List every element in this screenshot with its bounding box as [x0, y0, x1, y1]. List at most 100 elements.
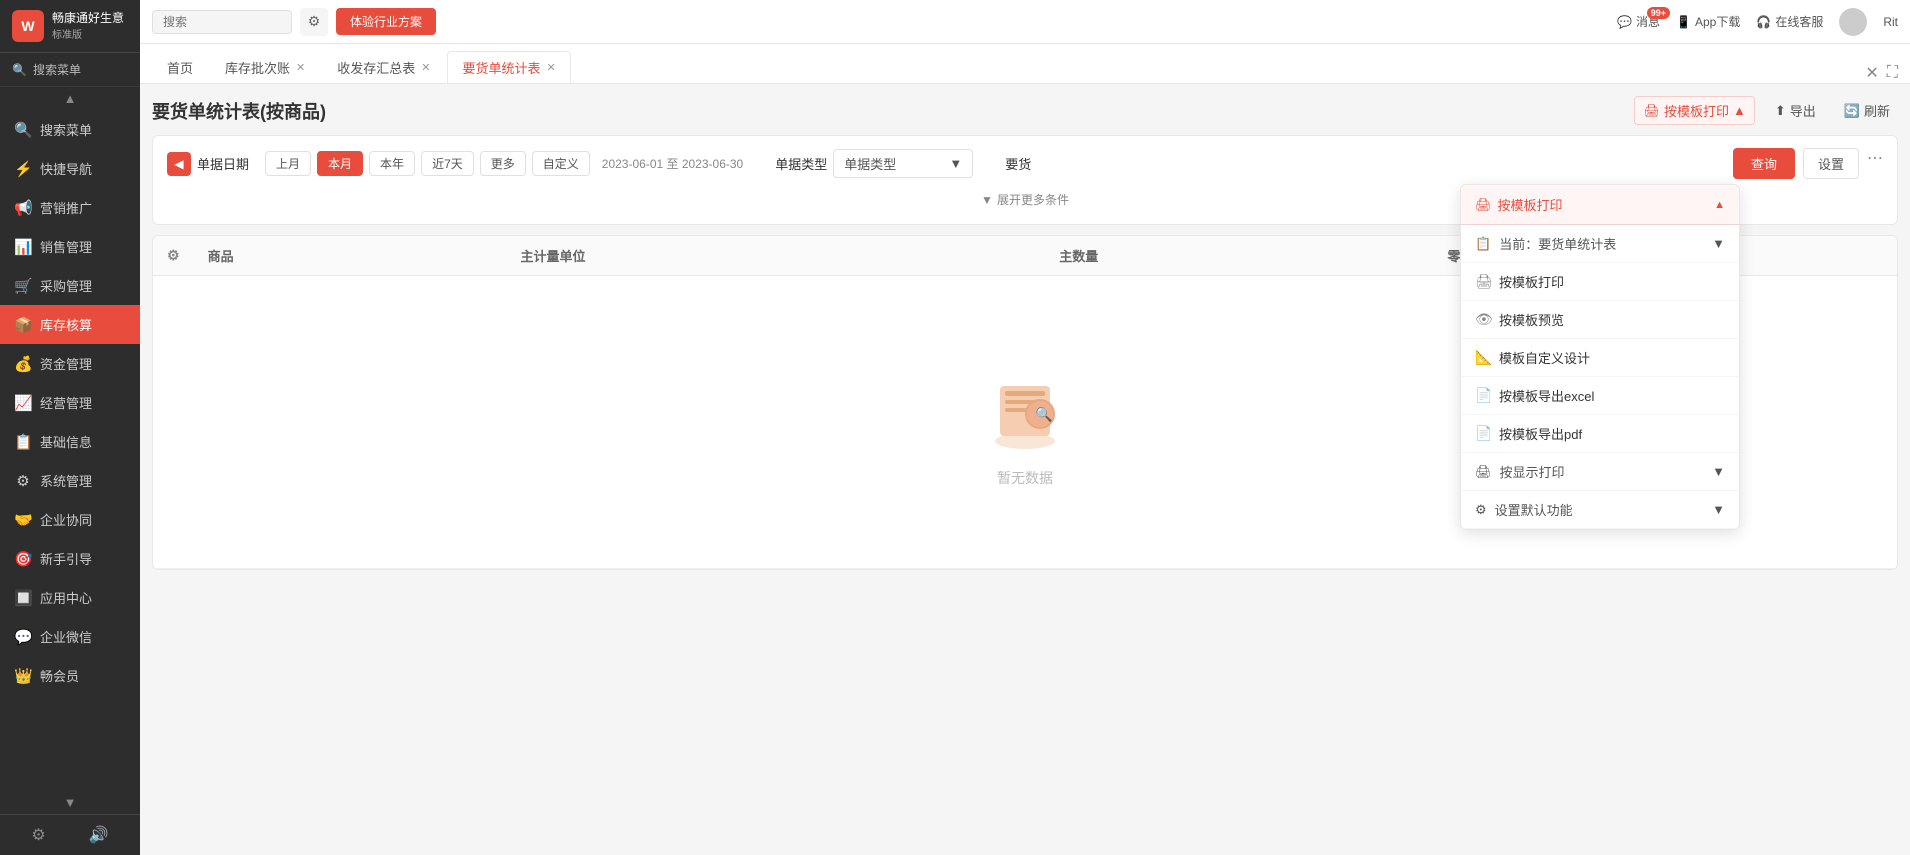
tab-order-summary[interactable]: 要货单统计表 ✕ [447, 51, 570, 83]
order-type-label: 单据类型 [775, 154, 827, 173]
app-download-action[interactable]: 📱 App下载 [1676, 13, 1740, 30]
dropdown-template-design[interactable]: 📐 模板自定义设计 [1461, 339, 1739, 377]
topbar-search-input[interactable] [152, 10, 292, 34]
date-filter-label: 单据日期 [197, 154, 249, 173]
app-name: 畅康通好生意 [52, 11, 124, 27]
sidebar-item-marketing[interactable]: 📢营销推广 [0, 188, 140, 227]
main-area: ⚙ 体验行业方案 💬 消息 99+ 📱 App下载 🎧 在线客服 Rit 首页库… [140, 0, 1910, 855]
date-btn-上月[interactable]: 上月 [265, 151, 311, 176]
guide-icon: 🎯 [14, 550, 32, 568]
sidebar-item-operation[interactable]: 📈经营管理 [0, 383, 140, 422]
dropdown-template-preview[interactable]: 👁 按模板预览 [1461, 301, 1739, 339]
sidebar-scroll-down[interactable]: ▼ [0, 791, 140, 814]
sidebar-item-member[interactable]: 👑 畅会员 [0, 656, 140, 695]
date-btn-本月[interactable]: 本月 [317, 151, 363, 176]
more-actions-icon[interactable]: ⋯ [1867, 148, 1883, 179]
template-preview-label: 按模板预览 [1499, 310, 1564, 329]
sidebar-item-basic[interactable]: 📋 基础信息 [0, 422, 140, 461]
basic-icon: 📋 [14, 433, 32, 451]
dropdown-template-excel[interactable]: 📄 按模板导出excel [1461, 377, 1739, 415]
date-btn-本年[interactable]: 本年 [369, 151, 415, 176]
svg-text:🔍: 🔍 [1035, 405, 1052, 423]
sidebar-item-finance[interactable]: 💰资金管理 [0, 344, 140, 383]
sidebar-item-label-basic: 基础信息 [40, 432, 92, 451]
sidebar-item-guide[interactable]: 🎯 新手引导 [0, 539, 140, 578]
tab-label-order-summary: 要货单统计表 [462, 58, 540, 77]
export-btn[interactable]: ⬆ 导出 [1767, 97, 1824, 124]
sidebar-item-enterprise-wechat[interactable]: 💬企业微信 [0, 617, 140, 656]
messages-badge: 99+ [1647, 7, 1670, 19]
print-btn[interactable]: 🖨 按模板打印 ▲ [1634, 96, 1754, 125]
sidebar-item-app-center[interactable]: 🔲 应用中心 [0, 578, 140, 617]
messages-action[interactable]: 💬 消息 99+ [1617, 13, 1660, 30]
settings-icon[interactable]: ⚙ [31, 825, 45, 845]
settings-btn[interactable]: 设置 [1803, 148, 1859, 179]
sidebar-item-purchase[interactable]: 🛒采购管理 [0, 266, 140, 305]
sidebar-scroll-up[interactable]: ▲ [0, 87, 140, 110]
service-icon: 🎧 [1756, 15, 1771, 29]
dropdown-display-print[interactable]: 🖨 按显示打印 ▼ [1461, 453, 1739, 491]
audio-icon[interactable]: 🔊 [89, 825, 109, 845]
date-btn-近7天[interactable]: 近7天 [421, 151, 474, 176]
sidebar-nav: 🔍搜索菜单⚡快捷导航📢营销推广📊销售管理🛒采购管理📦库存核算💰资金管理📈经营管理… [0, 110, 140, 791]
sidebar-item-search[interactable]: 🔍搜索菜单 [0, 110, 140, 149]
dropdown-set-default[interactable]: ⚙ 设置默认功能 ▼ [1461, 491, 1739, 529]
date-btn-自定义[interactable]: 自定义 [532, 151, 590, 176]
sidebar-item-label-guide: 新手引导 [40, 549, 92, 568]
tab-close-collection-summary[interactable]: ✕ [421, 61, 430, 74]
order-type-select[interactable]: 单据类型 ▼ [833, 149, 973, 178]
template-design-icon: 📐 [1475, 349, 1491, 366]
online-service-action[interactable]: 🎧 在线客服 [1756, 13, 1823, 30]
dropdown-panel: 🖨 按模板打印 ▲ 📋 当前：要货单统计表 ▼ 🖨 按模板打印 👁 按模板预览 [1460, 184, 1740, 530]
sidebar-item-enterprise[interactable]: 🤝企业协同 [0, 500, 140, 539]
tab-collection-summary[interactable]: 收发存汇总表 ✕ [322, 51, 445, 83]
enterprise-wechat-icon: 💬 [14, 628, 32, 646]
sidebar-item-label-member: 畅会员 [40, 666, 79, 685]
tab-close-inventory-batch[interactable]: ✕ [296, 61, 305, 74]
query-btn[interactable]: 查询 [1733, 148, 1795, 179]
app-center-icon: 🔲 [14, 589, 32, 607]
order-type-chevron: ▼ [949, 156, 962, 171]
column-settings-icon[interactable]: ⚙ [167, 247, 180, 263]
print-label: 按模板打印 [1664, 101, 1729, 120]
sidebar-item-system[interactable]: ⚙系统管理 [0, 461, 140, 500]
template-print-label: 按模板打印 [1499, 272, 1564, 291]
template-preview-icon: 👁 [1475, 311, 1491, 328]
filter-collapse-btn[interactable]: ◀ [167, 152, 191, 176]
date-btn-更多[interactable]: 更多 [480, 151, 526, 176]
tab-close-order-summary[interactable]: ✕ [547, 61, 556, 74]
template-pdf-label: 按模板导出pdf [1499, 424, 1582, 443]
refresh-btn[interactable]: 🔄 刷新 [1836, 97, 1898, 124]
template-excel-label: 按模板导出excel [1499, 386, 1594, 405]
operation-icon: 📈 [14, 394, 32, 412]
member-icon: 👑 [14, 667, 32, 685]
set-default-label: 设置默认功能 [1495, 500, 1573, 519]
topbar-gear-btn[interactable]: ⚙ [300, 8, 328, 36]
current-template-label: 当前：要货单统计表 [1499, 234, 1616, 253]
sidebar-item-label-app-center: 应用中心 [40, 588, 92, 607]
tabbar-right: ✕ ⛶ [1865, 63, 1898, 83]
page-title: 要货单统计表(按商品) [152, 98, 326, 124]
dropdown-template-pdf[interactable]: 📄 按模板导出pdf [1461, 415, 1739, 453]
current-chevron: ▼ [1712, 236, 1725, 251]
sidebar-search[interactable]: 🔍 搜索菜单 [0, 53, 140, 87]
dropdown-template-print[interactable]: 🖨 按模板打印 [1461, 263, 1739, 301]
industry-btn[interactable]: 体验行业方案 [336, 8, 436, 35]
tab-inventory-batch[interactable]: 库存批次账✕ [210, 51, 320, 83]
dropdown-close-btn[interactable]: ▲ [1714, 199, 1725, 211]
tab-label-collection-summary: 收发存汇总表 [337, 58, 415, 77]
tab-window-close-btn[interactable]: ✕ [1865, 63, 1878, 83]
app-logo-icon: W [12, 10, 44, 42]
sidebar-item-quick-nav[interactable]: ⚡快捷导航 [0, 149, 140, 188]
tab-home[interactable]: 首页 [152, 51, 208, 83]
export-icon: ⬆ [1775, 103, 1786, 119]
sidebar-item-inventory[interactable]: 📦库存核算 [0, 305, 140, 344]
tab-expand-btn[interactable]: ⛶ [1887, 64, 1898, 82]
display-print-chevron: ▼ [1712, 464, 1725, 479]
dropdown-current-item[interactable]: 📋 当前：要货单统计表 ▼ [1461, 225, 1739, 263]
user-avatar[interactable] [1839, 8, 1867, 36]
export-label: 导出 [1790, 101, 1816, 120]
sidebar-item-label-search: 搜索菜单 [40, 120, 92, 139]
col-settings: ⚙ [153, 236, 194, 276]
sidebar-item-sales[interactable]: 📊销售管理 [0, 227, 140, 266]
